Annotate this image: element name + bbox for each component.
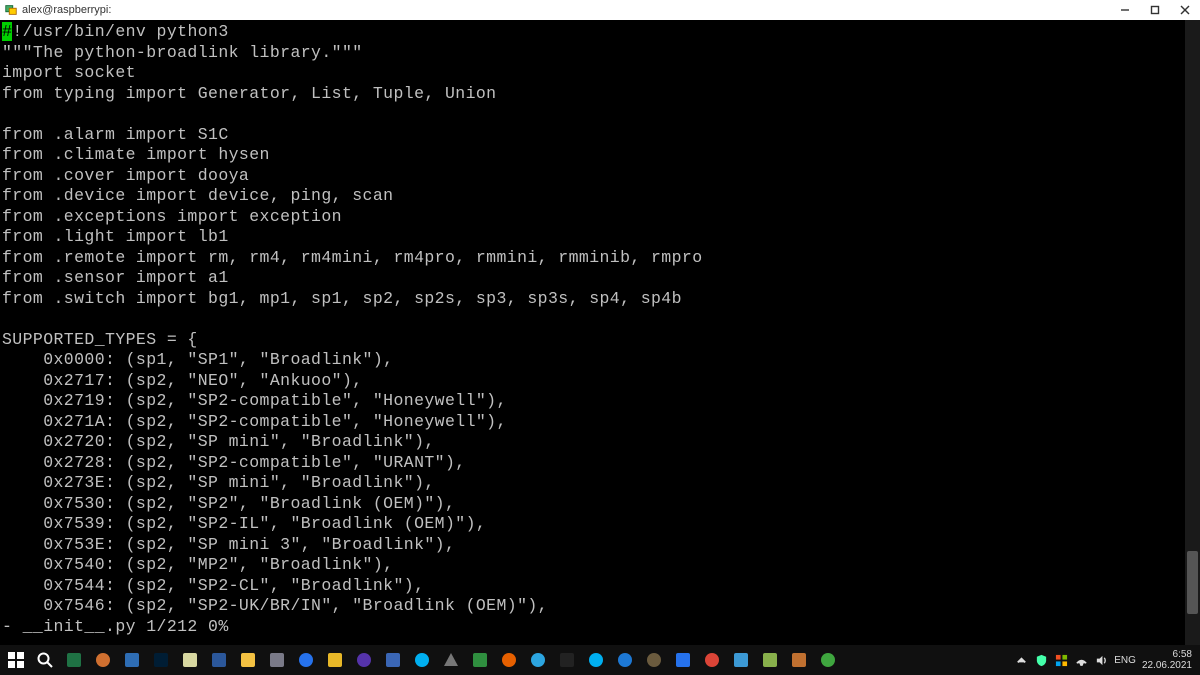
tray-shield-icon[interactable]: [1034, 653, 1048, 667]
minimize-button[interactable]: [1110, 0, 1140, 20]
code-line: #!/usr/bin/env python3: [2, 22, 1200, 43]
taskbar-telegram-icon[interactable]: [524, 646, 552, 674]
window-titlebar: alex@raspberrypi:: [0, 0, 1200, 20]
taskbar-onedrive-icon[interactable]: [669, 646, 697, 674]
terminal-pane[interactable]: #!/usr/bin/env python3"""The python-broa…: [0, 20, 1200, 645]
taskbar-firefox-icon[interactable]: [495, 646, 523, 674]
taskbar-triangle-icon[interactable]: [437, 646, 465, 674]
tray-ms-icon[interactable]: [1054, 653, 1068, 667]
taskbar-explorer-icon[interactable]: [234, 646, 262, 674]
close-button[interactable]: [1170, 0, 1200, 20]
taskbar-leaf-icon[interactable]: [466, 646, 494, 674]
code-line: from .climate import hysen: [2, 145, 1200, 166]
taskbar-media-icon[interactable]: [350, 646, 378, 674]
code-line: 0x273E: (sp2, "SP mini", "Broadlink"),: [2, 473, 1200, 494]
terminal-scrollbar[interactable]: [1185, 20, 1200, 645]
taskbar-utorrent-icon[interactable]: [814, 646, 842, 674]
taskbar-photoshop-icon[interactable]: [147, 646, 175, 674]
window-controls: [1110, 0, 1200, 20]
taskbar-skype2-icon[interactable]: [582, 646, 610, 674]
scrollbar-thumb[interactable]: [1187, 551, 1198, 614]
taskbar-brackets-icon[interactable]: [118, 646, 146, 674]
tray-date: 22.06.2021: [1142, 660, 1192, 671]
code-line: import socket: [2, 63, 1200, 84]
taskbar-chrome-icon[interactable]: [698, 646, 726, 674]
taskbar-terminal-icon[interactable]: [553, 646, 581, 674]
code-line: """The python-broadlink library.""": [2, 43, 1200, 64]
window-title: alex@raspberrypi:: [22, 4, 111, 16]
taskbar-globe-icon[interactable]: [292, 646, 320, 674]
code-line: from .remote import rm, rm4, rm4mini, rm…: [2, 248, 1200, 269]
code-line: from .exceptions import exception: [2, 207, 1200, 228]
taskbar-mail-icon[interactable]: [785, 646, 813, 674]
code-line: 0x2728: (sp2, "SP2-compatible", "URANT")…: [2, 453, 1200, 474]
taskbar-settings-icon[interactable]: [263, 646, 291, 674]
code-line: from typing import Generator, List, Tupl…: [2, 84, 1200, 105]
tray-volume-icon[interactable]: [1094, 653, 1108, 667]
taskbar-notepad-icon[interactable]: [176, 646, 204, 674]
taskbar-excel-icon[interactable]: [60, 646, 88, 674]
code-line: from .switch import bg1, mp1, sp1, sp2, …: [2, 289, 1200, 310]
code-line: 0x7544: (sp2, "SP2-CL", "Broadlink"),: [2, 576, 1200, 597]
terminal-cursor: #: [2, 22, 12, 41]
taskbar-gimp-icon[interactable]: [640, 646, 668, 674]
taskbar-search-icon[interactable]: [31, 646, 59, 674]
code-line: 0x753E: (sp2, "SP mini 3", "Broadlink"),: [2, 535, 1200, 556]
code-line: from .device import device, ping, scan: [2, 186, 1200, 207]
taskbar-save-icon[interactable]: [379, 646, 407, 674]
code-line: 0x7546: (sp2, "SP2-UK/BR/IN", "Broadlink…: [2, 596, 1200, 617]
code-line: from .alarm import S1C: [2, 125, 1200, 146]
putty-icon: [4, 3, 18, 17]
code-line: from .sensor import a1: [2, 268, 1200, 289]
code-line: 0x7540: (sp2, "MP2", "Broadlink"),: [2, 555, 1200, 576]
tray-network-icon[interactable]: [1074, 653, 1088, 667]
tray-language[interactable]: ENG: [1114, 655, 1136, 666]
code-line: 0x2719: (sp2, "SP2-compatible", "Honeywe…: [2, 391, 1200, 412]
taskbar-start-icon[interactable]: [2, 646, 30, 674]
code-line: SUPPORTED_TYPES = {: [2, 330, 1200, 351]
taskbar-sticky-notes-icon[interactable]: [321, 646, 349, 674]
taskbar-vscode-icon[interactable]: [727, 646, 755, 674]
tray-clock[interactable]: 6:58 22.06.2021: [1142, 649, 1196, 671]
taskbar-realtek-icon[interactable]: [89, 646, 117, 674]
code-line: 0x0000: (sp1, "SP1", "Broadlink"),: [2, 350, 1200, 371]
taskbar-edge-icon[interactable]: [611, 646, 639, 674]
code-line: [2, 309, 1200, 330]
code-line: 0x2717: (sp2, "NEO", "Ankuoo"),: [2, 371, 1200, 392]
taskbar-word-icon[interactable]: [205, 646, 233, 674]
code-line: 0x7539: (sp2, "SP2-IL", "Broadlink (OEM)…: [2, 514, 1200, 535]
taskbar-skype-icon[interactable]: [408, 646, 436, 674]
code-line: from .cover import dooya: [2, 166, 1200, 187]
windows-taskbar: ENG 6:58 22.06.2021: [0, 645, 1200, 675]
system-tray: ENG 6:58 22.06.2021: [1014, 645, 1196, 675]
code-line: 0x271A: (sp2, "SP2-compatible", "Honeywe…: [2, 412, 1200, 433]
tray-chevron-up-icon[interactable]: [1014, 653, 1028, 667]
taskbar-pen-icon[interactable]: [756, 646, 784, 674]
editor-status-line: - __init__.py 1/212 0%: [2, 617, 1200, 638]
code-line: 0x7530: (sp2, "SP2", "Broadlink (OEM)"),: [2, 494, 1200, 515]
code-line: 0x2720: (sp2, "SP mini", "Broadlink"),: [2, 432, 1200, 453]
code-line: from .light import lb1: [2, 227, 1200, 248]
code-line: [2, 104, 1200, 125]
maximize-button[interactable]: [1140, 0, 1170, 20]
code-content: #!/usr/bin/env python3"""The python-broa…: [2, 22, 1200, 637]
tray-time: 6:58: [1142, 649, 1192, 660]
